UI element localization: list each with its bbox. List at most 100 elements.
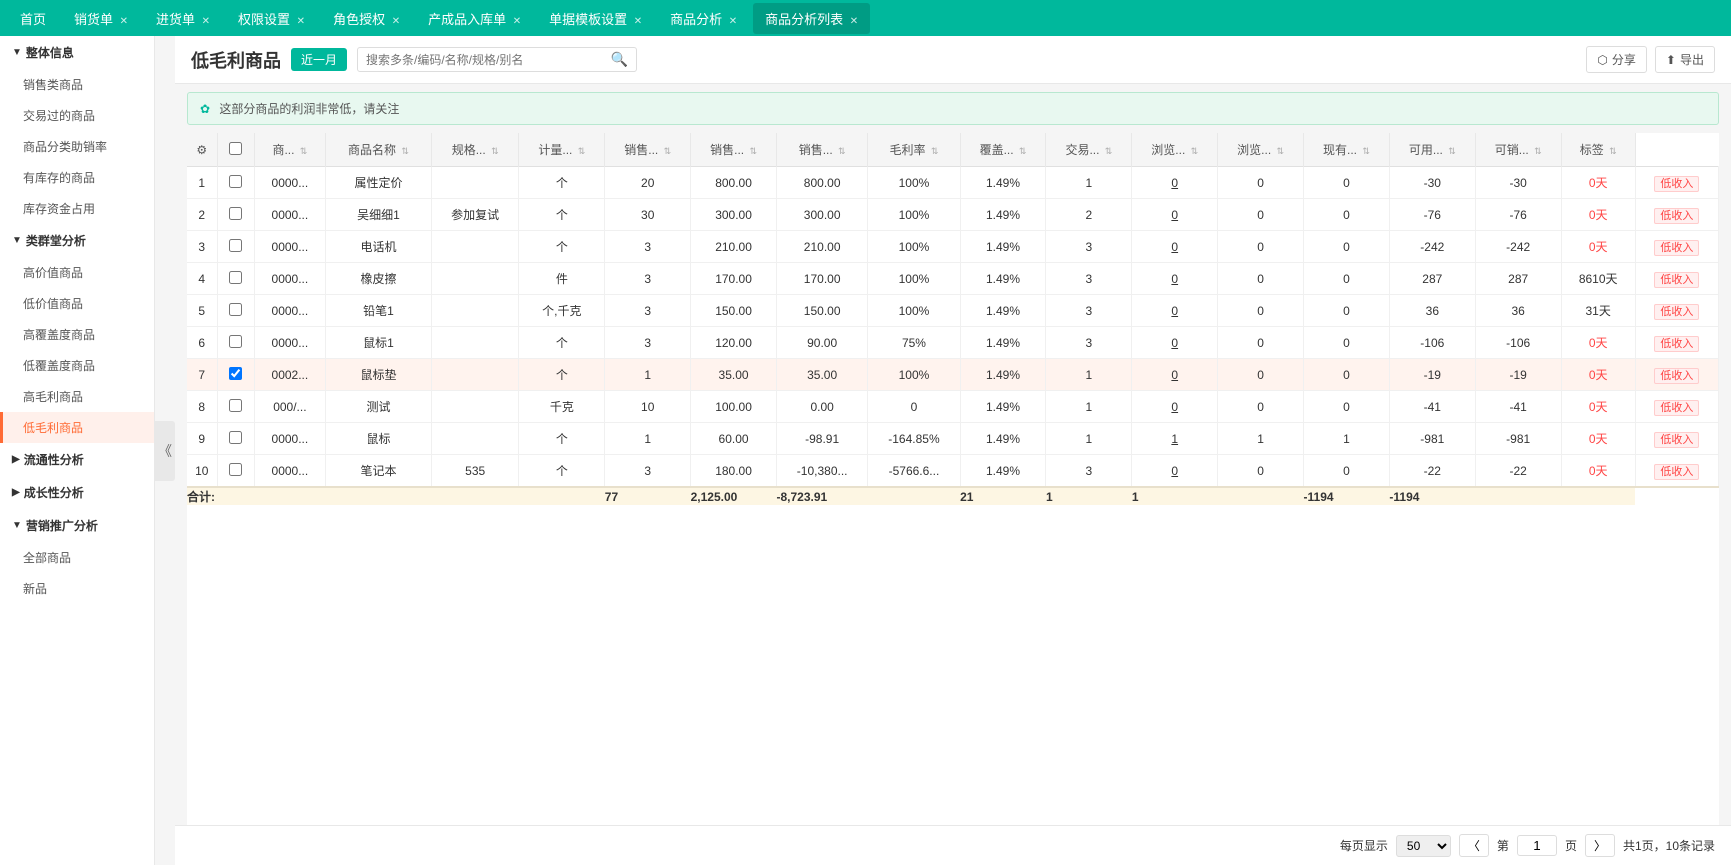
row-txn-5[interactable]: 0 — [1132, 295, 1218, 327]
sidebar-item-in-stock[interactable]: 有库存的商品 — [0, 162, 154, 193]
txn-link-7[interactable]: 0 — [1171, 368, 1178, 382]
row-cb-3[interactable] — [217, 231, 254, 263]
row-checkbox-10[interactable] — [229, 463, 242, 476]
export-button[interactable]: ⬆ 导出 — [1655, 46, 1715, 73]
sidebar-group-growth[interactable]: ▶ 成长性分析 — [0, 476, 154, 509]
select-all-checkbox[interactable] — [229, 142, 242, 155]
th-margin[interactable]: 毛利率 ⇅ — [868, 133, 960, 167]
row-txn-2[interactable]: 0 — [1132, 199, 1218, 231]
nav-templates[interactable]: 单据模板设置 ✕ — [537, 3, 654, 34]
sidebar-item-low-margin[interactable]: 低毛利商品 — [0, 412, 154, 443]
nav-purchase-close[interactable]: ✕ — [202, 16, 210, 27]
sidebar-item-capital[interactable]: 库存资金占用 — [0, 193, 154, 224]
page-size-select[interactable]: 50 100 200 — [1396, 835, 1451, 857]
row-txn-1[interactable]: 0 — [1132, 167, 1218, 199]
th-unit[interactable]: 计量... ⇅ — [519, 133, 605, 167]
row-txn-4[interactable]: 0 — [1132, 263, 1218, 295]
txn-link-1[interactable]: 0 — [1171, 176, 1178, 190]
th-settings[interactable]: ⚙ — [187, 133, 217, 167]
share-button[interactable]: ⬡ 分享 — [1586, 46, 1647, 73]
nav-analysis-list[interactable]: 商品分析列表 ✕ — [753, 3, 870, 34]
next-page-button[interactable]: 〉 — [1585, 834, 1615, 857]
row-txn-7[interactable]: 0 — [1132, 359, 1218, 391]
sidebar-item-sales-goods[interactable]: 销售类商品 — [0, 69, 154, 100]
txn-link-10[interactable]: 0 — [1171, 464, 1178, 478]
th-name[interactable]: 商品名称 ⇅ — [326, 133, 432, 167]
row-cb-10[interactable] — [217, 455, 254, 488]
prev-page-button[interactable]: 〈 — [1459, 834, 1489, 857]
row-cb-5[interactable] — [217, 295, 254, 327]
sidebar-item-low-coverage[interactable]: 低覆盖度商品 — [0, 350, 154, 381]
sidebar-item-high-coverage[interactable]: 高覆盖度商品 — [0, 319, 154, 350]
txn-link-9[interactable]: 1 — [1171, 432, 1178, 446]
row-checkbox-6[interactable] — [229, 335, 242, 348]
th-browse2[interactable]: 浏览... ⇅ — [1218, 133, 1304, 167]
sidebar-group-circulation[interactable]: ▶ 流通性分析 — [0, 443, 154, 476]
sidebar-item-category-rate[interactable]: 商品分类助销率 — [0, 131, 154, 162]
nav-products-close[interactable]: ✕ — [513, 16, 521, 27]
txn-link-2[interactable]: 0 — [1171, 208, 1178, 222]
row-checkbox-3[interactable] — [229, 239, 242, 252]
th-sale-days[interactable]: 可销... ⇅ — [1475, 133, 1561, 167]
row-checkbox-8[interactable] — [229, 399, 242, 412]
sidebar-item-low-value[interactable]: 低价值商品 — [0, 288, 154, 319]
th-coverage[interactable]: 覆盖... ⇅ — [960, 133, 1046, 167]
row-txn-3[interactable]: 0 — [1132, 231, 1218, 263]
th-sale-amt[interactable]: 销售... ⇅ — [691, 133, 777, 167]
page-number-input[interactable] — [1517, 835, 1557, 856]
nav-analysis-list-close[interactable]: ✕ — [850, 16, 858, 27]
sidebar-item-high-value[interactable]: 高价值商品 — [0, 257, 154, 288]
row-checkbox-9[interactable] — [229, 431, 242, 444]
row-cb-2[interactable] — [217, 199, 254, 231]
txn-link-5[interactable]: 0 — [1171, 304, 1178, 318]
th-code[interactable]: 商... ⇅ — [254, 133, 325, 167]
row-txn-6[interactable]: 0 — [1132, 327, 1218, 359]
th-tag[interactable]: 标签 ⇅ — [1561, 133, 1635, 167]
nav-analysis[interactable]: 商品分析 ✕ — [658, 3, 749, 34]
th-checkbox[interactable] — [217, 133, 254, 167]
nav-products[interactable]: 产成品入库单 ✕ — [416, 3, 533, 34]
row-txn-10[interactable]: 0 — [1132, 455, 1218, 488]
sidebar-group-cluster[interactable]: ▼ 类群堂分析 — [0, 224, 154, 257]
row-checkbox-5[interactable] — [229, 303, 242, 316]
row-cb-4[interactable] — [217, 263, 254, 295]
txn-link-8[interactable]: 0 — [1171, 400, 1178, 414]
row-checkbox-7[interactable] — [229, 367, 242, 380]
row-txn-9[interactable]: 1 — [1132, 423, 1218, 455]
row-txn-8[interactable]: 0 — [1132, 391, 1218, 423]
sidebar-collapse-button[interactable]: 《 — [155, 421, 175, 481]
row-checkbox-2[interactable] — [229, 207, 242, 220]
search-input[interactable] — [366, 53, 611, 67]
th-avail[interactable]: 可用... ⇅ — [1389, 133, 1475, 167]
sidebar-item-high-margin[interactable]: 高毛利商品 — [0, 381, 154, 412]
th-browse1[interactable]: 浏览... ⇅ — [1132, 133, 1218, 167]
row-checkbox-1[interactable] — [229, 175, 242, 188]
txn-link-6[interactable]: 0 — [1171, 336, 1178, 350]
nav-roles-close[interactable]: ✕ — [392, 16, 400, 27]
search-icon[interactable]: 🔍 — [611, 51, 628, 68]
sidebar-item-all-goods[interactable]: 全部商品 — [0, 542, 154, 573]
th-spec[interactable]: 规格... ⇅ — [431, 133, 518, 167]
th-stock[interactable]: 现有... ⇅ — [1304, 133, 1390, 167]
txn-link-3[interactable]: 0 — [1171, 240, 1178, 254]
row-cb-8[interactable] — [217, 391, 254, 423]
nav-permissions-close[interactable]: ✕ — [297, 16, 305, 27]
row-cb-9[interactable] — [217, 423, 254, 455]
sidebar-item-new-goods[interactable]: 新品 — [0, 573, 154, 604]
nav-permissions[interactable]: 权限设置 ✕ — [226, 3, 317, 34]
sidebar-item-traded-goods[interactable]: 交易过的商品 — [0, 100, 154, 131]
txn-link-4[interactable]: 0 — [1171, 272, 1178, 286]
row-checkbox-4[interactable] — [229, 271, 242, 284]
th-txn[interactable]: 交易... ⇅ — [1046, 133, 1132, 167]
nav-analysis-close[interactable]: ✕ — [729, 16, 737, 27]
row-cb-1[interactable] — [217, 167, 254, 199]
row-cb-7[interactable] — [217, 359, 254, 391]
nav-sales-close[interactable]: ✕ — [120, 16, 128, 27]
th-sale-qty[interactable]: 销售... ⇅ — [605, 133, 691, 167]
nav-purchase[interactable]: 进货单 ✕ — [144, 3, 222, 34]
nav-templates-close[interactable]: ✕ — [634, 16, 642, 27]
sidebar-group-overall[interactable]: ▼ 整体信息 — [0, 36, 154, 69]
nav-sales[interactable]: 销货单 ✕ — [62, 3, 140, 34]
nav-roles[interactable]: 角色授权 ✕ — [321, 3, 412, 34]
nav-home[interactable]: 首页 — [8, 3, 58, 34]
